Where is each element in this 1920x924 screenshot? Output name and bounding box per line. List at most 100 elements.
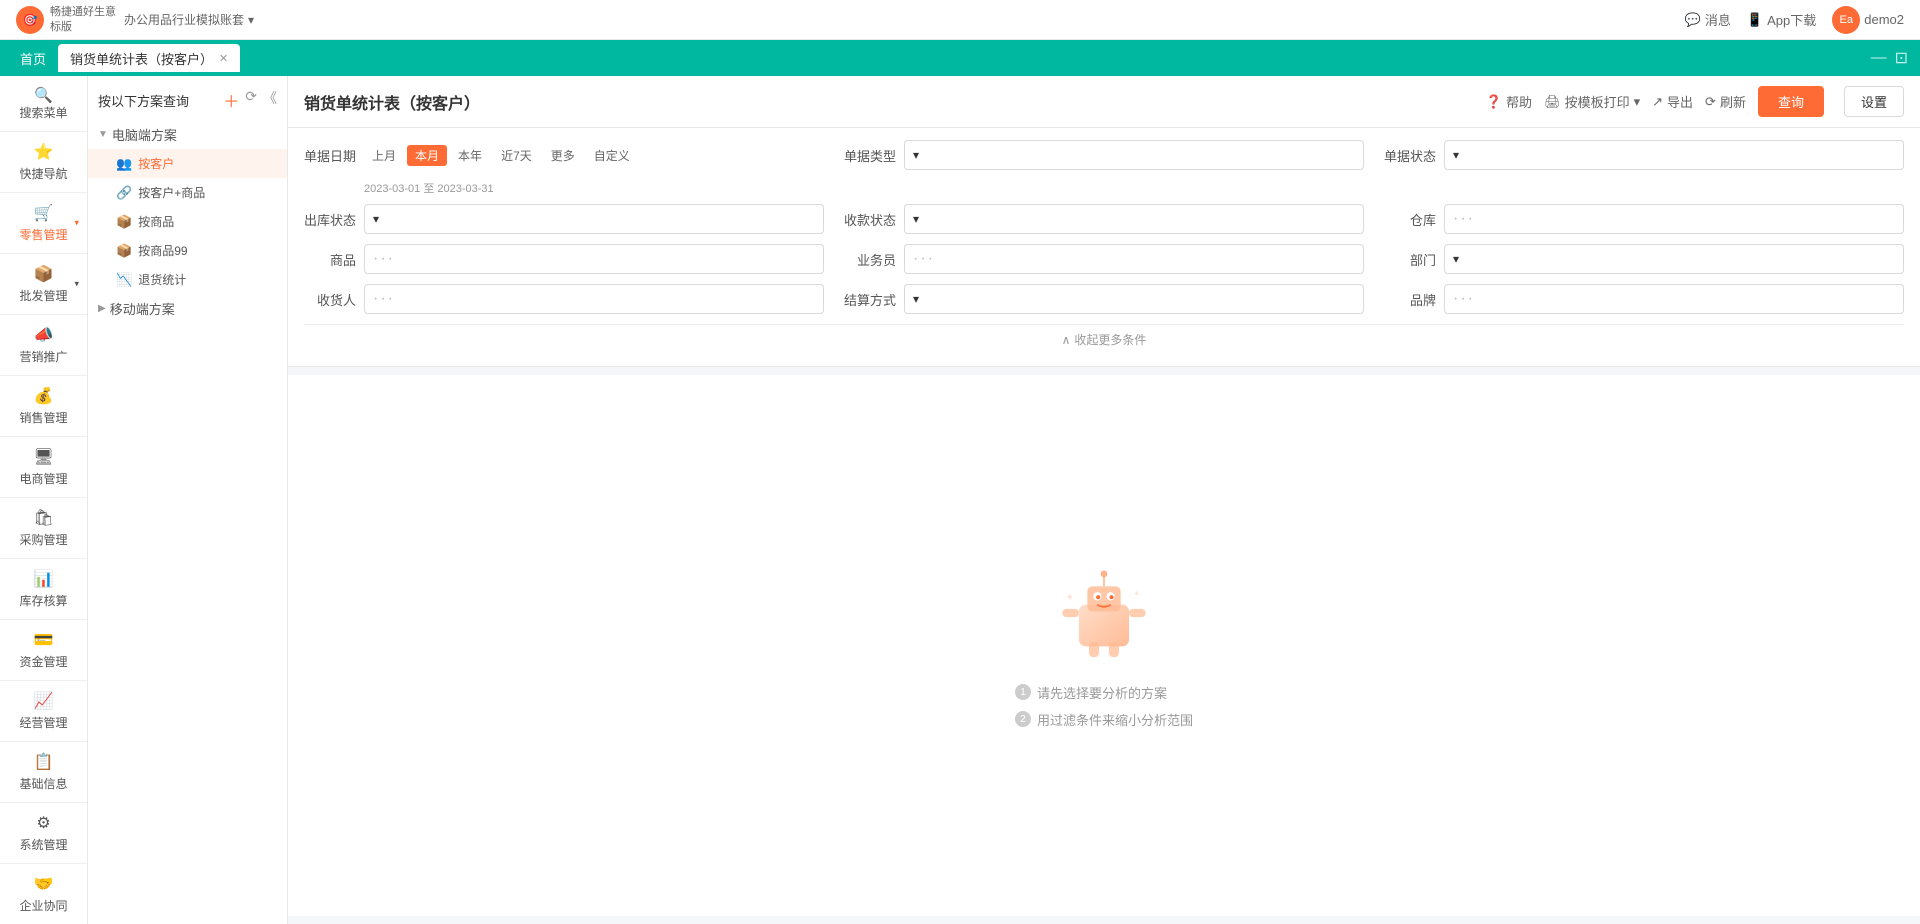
filter-brand: 品牌 ··· [1384, 284, 1904, 314]
svg-text:✦: ✦ [1066, 592, 1074, 603]
sidebar-item-ecom[interactable]: 🖥 电商管理 [0, 437, 87, 498]
mobile-group-label: 移动端方案 [110, 299, 175, 318]
date-more[interactable]: 更多 [543, 145, 583, 166]
payment-input[interactable]: ▾ [904, 284, 1364, 314]
sidebar-item-sales[interactable]: 💰 销售管理 [0, 376, 87, 437]
message-btn[interactable]: 💬 消息 [1685, 10, 1731, 29]
type-dropdown-icon: ▾ [913, 148, 919, 162]
filter-section: 单据日期 上月 本月 本年 近7天 更多 自定义 单据类型 [288, 128, 1920, 367]
collapse-panel-btn[interactable]: 《 [263, 88, 277, 112]
filter-date: 单据日期 上月 本月 本年 近7天 更多 自定义 [304, 140, 824, 170]
date-this-month[interactable]: 本月 [407, 145, 447, 166]
date-last-month[interactable]: 上月 [364, 145, 404, 166]
date-custom[interactable]: 自定义 [586, 145, 638, 166]
brand-input[interactable]: ··· [1444, 284, 1904, 314]
desktop-group-label: 电脑端方案 [112, 125, 177, 144]
goods-dots: ··· [373, 250, 395, 268]
sidebar-item-inventory[interactable]: 📊 库存核算 [0, 559, 87, 620]
settings-button[interactable]: 设置 [1844, 86, 1904, 117]
type-input[interactable]: ▾ [904, 140, 1364, 170]
receiver-label: 收货人 [304, 290, 356, 309]
scheme-by-customer[interactable]: 👥 按客户 [88, 149, 287, 178]
sidebar-item-system[interactable]: ⚙ 系统管理 [0, 803, 87, 864]
sidebar-search[interactable]: 🔍 搜索菜单 [0, 76, 87, 132]
left-panel: 按以下方案查询 ＋ ⟳ 《 ▼ 电脑端方案 👥 按客户 🔗 [88, 76, 288, 924]
out-dropdown-icon: ▾ [373, 212, 379, 226]
recv-label: 收款状态 [844, 210, 896, 229]
message-icon: 💬 [1685, 12, 1701, 28]
receiver-input[interactable]: ··· [364, 284, 824, 314]
tip-1-num: 1 [1015, 684, 1031, 700]
system-icon: ⚙ [36, 813, 50, 833]
close-icon[interactable]: ✕ [219, 52, 228, 65]
maximize-icon[interactable]: ⊡ [1895, 48, 1908, 68]
sidebar-item-purchase[interactable]: 🛍 采购管理 [0, 498, 87, 559]
tab-sales-stat[interactable]: 销货单统计表（按客户） ✕ [58, 44, 240, 72]
print-icon: 🖨 [1544, 94, 1561, 110]
sidebar-item-marketing[interactable]: 📣 营销推广 [0, 315, 87, 376]
add-scheme-btn[interactable]: ＋ [223, 88, 239, 112]
dept-input[interactable]: ▾ [1444, 244, 1904, 274]
date-7days[interactable]: 近7天 [493, 145, 540, 166]
staff-input[interactable]: ··· [904, 244, 1364, 274]
customer-goods-icon: 🔗 [116, 185, 132, 201]
content-area: 按以下方案查询 ＋ ⟳ 《 ▼ 电脑端方案 👥 按客户 🔗 [88, 76, 1920, 924]
sidebar-item-retail[interactable]: 🛒 零售管理 [0, 193, 87, 254]
staff-dots: ··· [913, 250, 935, 268]
status-dropdown-icon: ▾ [1453, 148, 1459, 162]
purchase-icon: 🛍 [33, 508, 53, 528]
scheme-by-goods[interactable]: 📦 按商品 [88, 207, 287, 236]
sidebar-item-base[interactable]: 📋 基础信息 [0, 742, 87, 803]
goods-icon: 📦 [116, 214, 132, 230]
sidebar-item-nav[interactable]: ⭐ 快捷导航 [0, 132, 87, 193]
user-area[interactable]: Ea demo2 [1832, 6, 1904, 34]
logo-icon: 🎯 [16, 6, 44, 34]
goods-label: 商品 [304, 250, 356, 269]
filter-row-3: 商品 ··· 业务员 ··· 部门 ▾ [304, 244, 1904, 274]
collapse-up-icon: ∧ [1062, 333, 1071, 347]
app-download-btn[interactable]: 📱 App下载 [1747, 10, 1816, 29]
date-this-year[interactable]: 本年 [450, 145, 490, 166]
dropdown-icon[interactable]: ▾ [248, 13, 254, 27]
brand-label: 品牌 [1384, 290, 1436, 309]
sidebar-item-enterprise[interactable]: 🤝 企业协同 [0, 864, 87, 924]
sidebar-item-operation[interactable]: 📈 经营管理 [0, 681, 87, 742]
scheme-return-stat[interactable]: 📉 退货统计 [88, 265, 287, 294]
page-title: 销货单统计表（按客户） [304, 90, 480, 124]
mobile-group-header[interactable]: ▶ 移动端方案 [88, 294, 287, 323]
query-button[interactable]: 查询 [1758, 86, 1824, 117]
scheme-by-customer-goods[interactable]: 🔗 按客户+商品 [88, 178, 287, 207]
enterprise-icon: 🤝 [34, 874, 54, 894]
finance-icon: 💳 [34, 630, 54, 650]
date-range-display: 2023-03-01 至 2023-03-31 [304, 180, 1904, 196]
chevron-right-icon: ▶ [98, 303, 106, 314]
refresh-btn[interactable]: ⟳ 刷新 [1705, 92, 1746, 111]
payment-dropdown-icon: ▾ [913, 292, 919, 306]
main-layout: 🔍 搜索菜单 ⭐ 快捷导航 🛒 零售管理 📦 批发管理 📣 营销推广 💰 销售管… [0, 76, 1920, 924]
filter-staff: 业务员 ··· [844, 244, 1364, 274]
tab-home[interactable]: 首页 [8, 44, 58, 72]
minimize-icon[interactable]: — [1871, 49, 1887, 67]
refresh-scheme-btn[interactable]: ⟳ [245, 88, 257, 112]
type-label: 单据类型 [844, 146, 896, 165]
status-input[interactable]: ▾ [1444, 140, 1904, 170]
goods-input[interactable]: ··· [364, 244, 824, 274]
left-panel-header: 按以下方案查询 ＋ ⟳ 《 [88, 84, 287, 120]
collapse-bar[interactable]: ∧ 收起更多条件 [304, 324, 1904, 354]
sidebar-item-finance[interactable]: 💳 资金管理 [0, 620, 87, 681]
recv-input[interactable]: ▾ [904, 204, 1364, 234]
export-btn[interactable]: ↗ 导出 [1652, 92, 1693, 111]
phone-icon: 📱 [1747, 12, 1763, 28]
brand-dots: ··· [1453, 290, 1475, 308]
scheme-query-title: 按以下方案查询 [98, 91, 189, 110]
sidebar-item-wholesale[interactable]: 📦 批发管理 [0, 254, 87, 315]
template-print-btn[interactable]: 🖨 按模板打印 ▾ [1544, 92, 1640, 111]
desktop-group-header[interactable]: ▼ 电脑端方案 [88, 120, 287, 149]
help-btn[interactable]: ❓ 帮助 [1486, 92, 1532, 111]
out-input[interactable]: ▾ [364, 204, 824, 234]
scheme-by-goods99[interactable]: 📦 按商品99 [88, 236, 287, 265]
print-dropdown-icon: ▾ [1634, 94, 1641, 110]
warehouse-input[interactable]: ··· [1444, 204, 1904, 234]
base-icon: 📋 [34, 752, 54, 772]
tab-bar: 首页 销货单统计表（按客户） ✕ — ⊡ [0, 40, 1920, 76]
